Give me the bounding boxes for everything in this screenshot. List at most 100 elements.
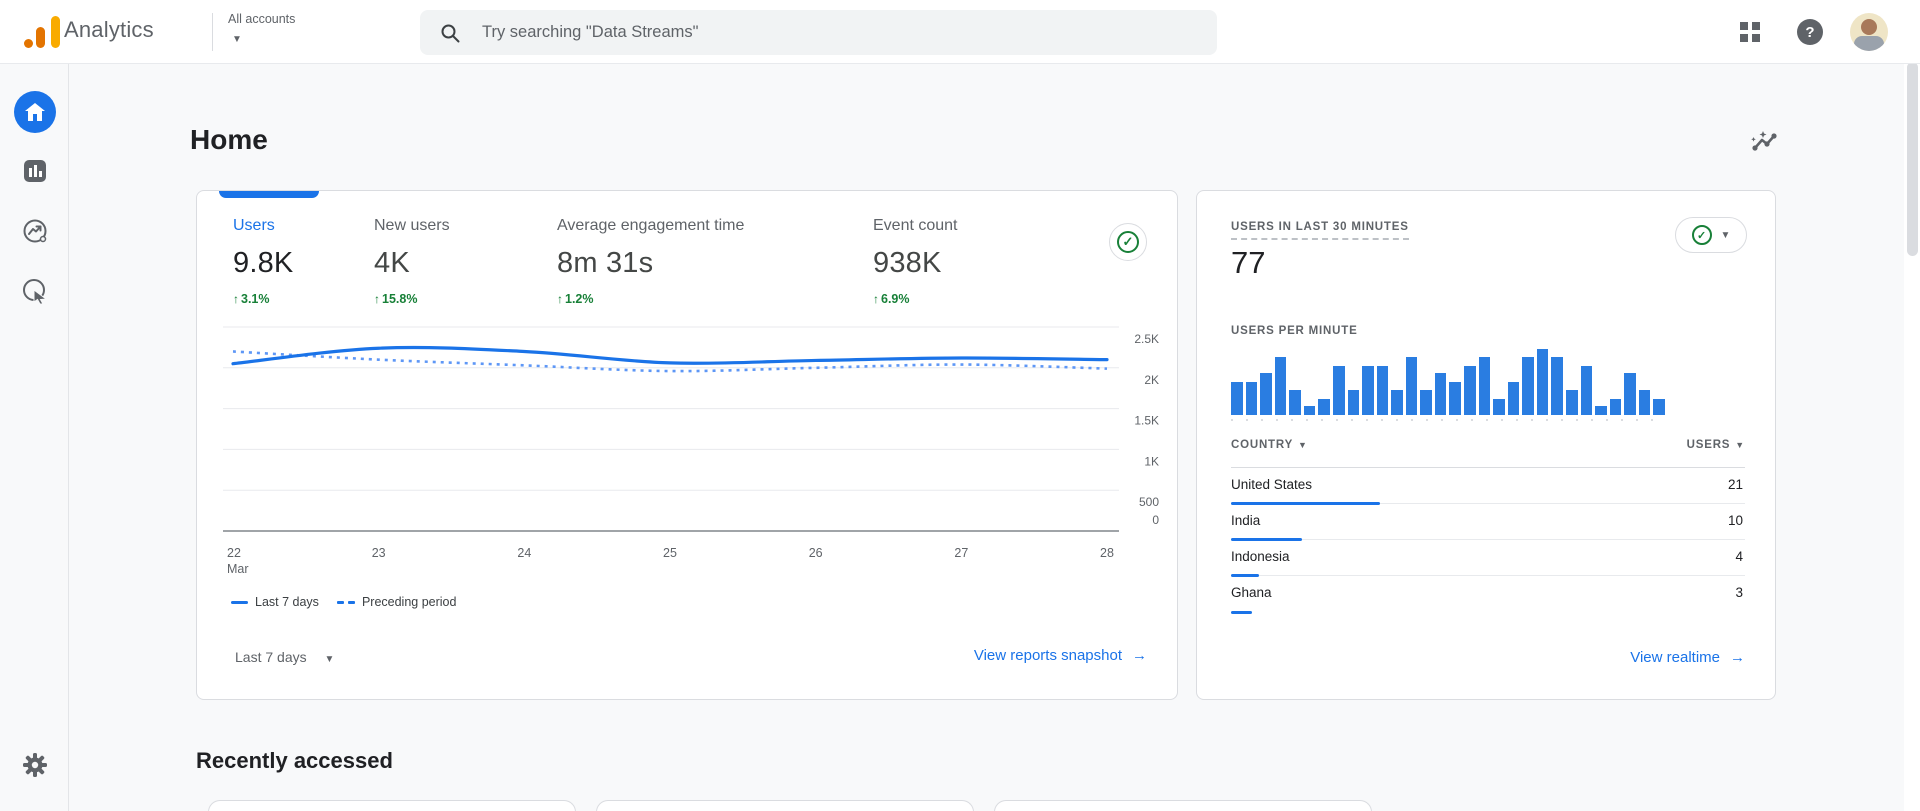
minute-bar xyxy=(1595,406,1607,415)
recently-accessed-card[interactable] xyxy=(596,800,974,811)
analytics-home-page: Analytics All accounts ▼ ? xyxy=(0,0,1920,811)
grid-square xyxy=(1740,34,1748,42)
reports-snapshot-card: Users 9.8K ↑ 3.1% New users 4K ↑ 15.8% Ave… xyxy=(196,190,1178,700)
recently-accessed-card[interactable] xyxy=(994,800,1372,811)
metric-delta: ↑ 6.9% xyxy=(873,292,910,306)
users-count: 10 xyxy=(1727,513,1743,528)
metric-delta: ↑ 3.1% xyxy=(233,292,270,306)
minute-bar xyxy=(1405,356,1418,415)
svg-text:1K: 1K xyxy=(1144,454,1159,468)
metric-label: Average engagement time xyxy=(557,217,745,234)
minute-bar xyxy=(1303,406,1316,415)
svg-text:500: 500 xyxy=(1139,495,1159,509)
minute-bar xyxy=(1493,398,1505,415)
sidebar-item-explore[interactable] xyxy=(14,210,56,252)
chart-legend: Last 7 days Preceding period xyxy=(231,595,456,609)
minute-bar xyxy=(1522,356,1534,415)
minute-bar xyxy=(1478,356,1491,415)
minute-bar xyxy=(1391,389,1403,415)
country-name: India xyxy=(1231,513,1261,528)
minute-bar xyxy=(1507,382,1520,415)
chevron-down-icon: ▼ xyxy=(1720,229,1731,241)
avatar-body xyxy=(1854,36,1884,51)
up-arrow-icon: ↑ xyxy=(873,292,879,306)
metric-tab-event-count[interactable]: Event count 938K ↑ 6.9% xyxy=(873,217,958,306)
check-circle-icon: ✓ xyxy=(1691,225,1712,245)
minute-bar xyxy=(1347,389,1360,415)
chevron-down-icon: ▼ xyxy=(1735,440,1745,450)
country-name: Indonesia xyxy=(1231,549,1290,564)
minute-bar xyxy=(1362,365,1374,415)
data-quality-button[interactable]: ✓ xyxy=(1109,223,1147,261)
sidebar-item-home[interactable] xyxy=(14,91,56,133)
country-column-header[interactable]: COUNTRY ▼ xyxy=(1231,439,1308,451)
minute-bar xyxy=(1376,365,1389,415)
grid-square xyxy=(1752,34,1760,42)
insights-button[interactable] xyxy=(1745,122,1785,162)
minute-bar xyxy=(1318,398,1330,415)
sidebar-item-reports[interactable] xyxy=(14,150,56,192)
scrollbar-thumb[interactable] xyxy=(1907,62,1918,256)
grid-square xyxy=(1752,22,1760,30)
apps-grid-icon[interactable] xyxy=(1740,22,1760,42)
realtime-card: USERS IN LAST 30 MINUTES 77 ✓ ▼ USERS PE… xyxy=(1196,190,1776,700)
svg-text:2.5K: 2.5K xyxy=(1134,332,1159,346)
recently-accessed-title: Recently accessed xyxy=(196,748,393,773)
left-navigation-rail xyxy=(0,64,69,811)
view-realtime-link[interactable]: View realtime → xyxy=(1630,649,1745,666)
country-name: Ghana xyxy=(1231,585,1272,600)
metric-tab-avg-engagement-time[interactable]: Average engagement time 8m 31s ↑ 1.2% xyxy=(557,217,744,306)
check-circle-icon: ✓ xyxy=(1117,231,1139,253)
up-arrow-icon: ↑ xyxy=(374,292,380,306)
explore-icon xyxy=(23,219,47,243)
minute-bar xyxy=(1231,382,1243,415)
logo-bar-mid xyxy=(36,27,45,48)
country-name: United States xyxy=(1231,477,1313,492)
svg-text:23: 23 xyxy=(372,546,386,560)
minute-bar xyxy=(1624,373,1636,415)
up-arrow-icon: ↑ xyxy=(233,292,239,306)
geo-table-body: United States 21 India 10 Indonesia 4 Gh… xyxy=(1231,468,1745,614)
view-reports-snapshot-link[interactable]: View reports snapshot → xyxy=(974,647,1147,664)
users-column-header[interactable]: USERS ▼ xyxy=(1687,439,1745,451)
metric-delta: ↑ 1.2% xyxy=(557,292,594,306)
metric-tab-new-users[interactable]: New users 4K ↑ 15.8% xyxy=(374,217,450,306)
account-switcher[interactable]: All accounts ▼ xyxy=(228,10,295,45)
svg-text:22: 22 xyxy=(227,546,241,560)
legend-item-last-7-days: Last 7 days xyxy=(231,595,319,609)
google-analytics-logo-icon[interactable] xyxy=(24,16,60,48)
chevron-down-icon: ▼ xyxy=(232,34,242,45)
minute-bar xyxy=(1580,365,1593,415)
table-row[interactable]: India 10 xyxy=(1231,504,1745,541)
minute-bar xyxy=(1274,356,1287,415)
svg-text:26: 26 xyxy=(809,546,823,560)
global-search xyxy=(420,10,1217,55)
table-row[interactable]: Ghana 3 xyxy=(1231,576,1745,614)
reports-icon xyxy=(24,160,46,182)
chevron-down-icon: ▼ xyxy=(1298,440,1308,450)
minute-bar xyxy=(1609,398,1622,415)
sidebar-item-advertising[interactable] xyxy=(14,270,56,312)
users-count: 21 xyxy=(1727,477,1743,492)
metric-label: Users xyxy=(233,217,275,234)
recently-accessed-card[interactable] xyxy=(208,800,576,811)
minute-bar xyxy=(1464,365,1476,415)
help-icon[interactable]: ? xyxy=(1797,19,1823,45)
svg-text:2K: 2K xyxy=(1144,373,1159,387)
dashed-line-swatch-icon xyxy=(336,600,355,604)
table-row[interactable]: Indonesia 4 xyxy=(1231,540,1745,577)
avatar[interactable] xyxy=(1850,13,1888,51)
minute-bar xyxy=(1653,398,1665,415)
table-row[interactable]: United States 21 xyxy=(1231,468,1745,505)
realtime-status-dropdown[interactable]: ✓ ▼ xyxy=(1675,217,1747,253)
svg-text:Mar: Mar xyxy=(227,562,249,576)
users-count: 3 xyxy=(1735,585,1743,600)
metric-tab-users[interactable]: Users 9.8K ↑ 3.1% xyxy=(233,217,293,306)
date-range-selector[interactable]: Last 7 days ▼ xyxy=(235,649,334,665)
metric-value: 9.8K xyxy=(233,247,294,279)
right-arrow-icon: → xyxy=(1132,647,1147,664)
search-input[interactable] xyxy=(482,23,1197,42)
chevron-down-icon: ▼ xyxy=(324,654,335,665)
svg-text:27: 27 xyxy=(954,546,968,560)
sidebar-item-admin[interactable] xyxy=(14,744,56,786)
